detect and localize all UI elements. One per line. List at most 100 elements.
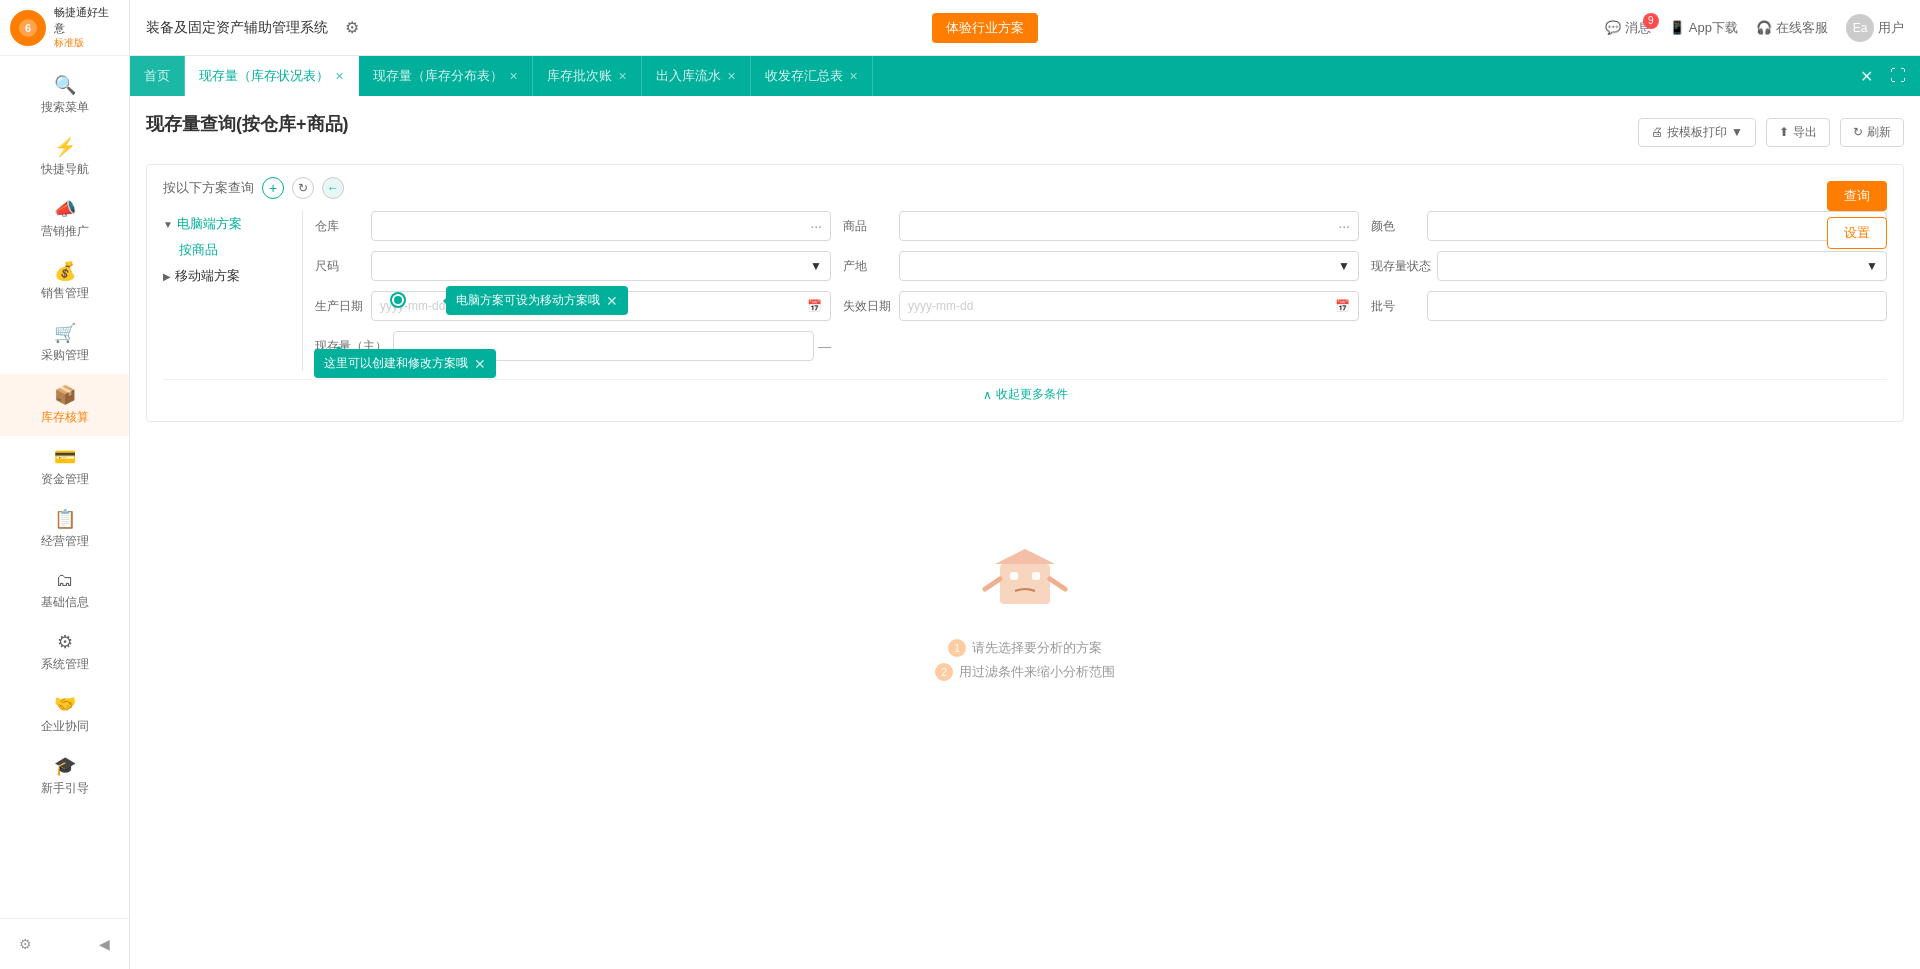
field-dots-icon: ··· [810, 218, 822, 234]
sidebar-item-label: 经营管理 [41, 533, 89, 550]
collapse-bar[interactable]: ∧ 收起更多条件 [163, 379, 1887, 409]
tab-inout-flow-label: 出入库流水 [656, 67, 721, 85]
batch-field: 批号 [1371, 291, 1887, 321]
svg-rect-2 [1000, 564, 1050, 604]
online-support-btn[interactable]: 🎧 在线客服 [1756, 19, 1828, 37]
industry-btn[interactable]: 体验行业方案 [932, 13, 1038, 43]
dot-connector [392, 294, 404, 306]
print-template-btn[interactable]: 🖨 按模板打印 ▼ [1638, 118, 1756, 147]
calendar-icon: 📅 [807, 299, 822, 313]
filter-back-btn[interactable]: ← [322, 177, 344, 199]
sidebar-item-basic[interactable]: 🗂 基础信息 [0, 560, 129, 621]
empty-step1-text: 请先选择要分析的方案 [972, 639, 1102, 657]
tab-inout-flow[interactable]: 出入库流水 ✕ [642, 56, 751, 96]
sidebar-item-sales[interactable]: 💰 销售管理 [0, 250, 129, 312]
stock-status-select[interactable]: ▼ [1437, 251, 1887, 281]
message-btn[interactable]: 💬 消息 9 [1605, 19, 1651, 37]
goods-label: 商品 [843, 218, 893, 235]
expiry-date-input[interactable]: yyyy-mm-dd 📅 [899, 291, 1359, 321]
expiry-date-label: 失效日期 [843, 298, 893, 315]
tooltip-bubble-2-text: 这里可以创建和修改方案哦 [324, 355, 468, 372]
tab-inventory-dist-close[interactable]: ✕ [509, 70, 518, 83]
tab-batch-account[interactable]: 库存批次账 ✕ [533, 56, 642, 96]
goods-select[interactable]: ··· [899, 211, 1359, 241]
graduation-icon: 🎓 [54, 755, 76, 777]
reset-btn[interactable]: 设置 [1827, 217, 1887, 249]
sidebar-item-operation[interactable]: 📋 经营管理 [0, 498, 129, 560]
topbar-settings-btn[interactable]: ⚙ [338, 14, 366, 42]
sidebar-item-inventory[interactable]: 📦 库存核算 [0, 374, 129, 436]
logo-text-block: 畅捷通好生意 标准版 [54, 5, 119, 50]
chevron-right-icon: ▶ [163, 271, 171, 282]
message-badge: 9 [1643, 13, 1659, 29]
sidebar-item-guide[interactable]: 🎓 新手引导 [0, 745, 129, 807]
scheme-item-mobile[interactable]: ▶ 移动端方案 [163, 263, 290, 289]
sidebar-item-finance[interactable]: 💳 资金管理 [0, 436, 129, 498]
scheme-item-pc-sub[interactable]: 按商品 [163, 237, 290, 263]
stock-status-label: 现存量状态 [1371, 258, 1431, 275]
search-btn[interactable]: 查询 [1827, 181, 1887, 211]
svg-text:6: 6 [25, 22, 31, 34]
origin-select[interactable]: ▼ [899, 251, 1359, 281]
sidebar-item-marketing[interactable]: 📣 营销推广 [0, 188, 129, 250]
card-icon: 💳 [54, 446, 76, 468]
batch-input[interactable] [1427, 291, 1887, 321]
warehouse-label: 仓库 [315, 218, 365, 235]
empty-illustration [975, 539, 1075, 619]
megaphone-icon: 📣 [54, 198, 76, 220]
sidebar-item-system[interactable]: ⚙ 系统管理 [0, 621, 129, 683]
tab-inout-flow-close[interactable]: ✕ [727, 70, 736, 83]
origin-label: 产地 [843, 258, 893, 275]
avatar-text: Ea [1853, 21, 1868, 35]
scheme-pc-label: 电脑端方案 [177, 215, 242, 233]
handshake-icon: 🤝 [54, 693, 76, 715]
size-select[interactable]: ▼ [371, 251, 831, 281]
collapse-sidebar-btn[interactable]: ◀ [89, 929, 119, 959]
batch-label: 批号 [1371, 298, 1421, 315]
tab-fullscreen-btn[interactable]: ⛶ [1886, 64, 1910, 88]
sidebar-item-search[interactable]: 🔍 搜索菜单 [0, 64, 129, 126]
refresh-btn[interactable]: ↻ 刷新 [1840, 118, 1904, 147]
tooltip-bubble-2-close[interactable]: ✕ [474, 356, 486, 372]
tooltip-bubble-1-close[interactable]: ✕ [606, 293, 618, 309]
online-support-label: 在线客服 [1776, 19, 1828, 37]
user-profile-btn[interactable]: Ea 用户 [1846, 14, 1904, 42]
tooltip-bubble-scheme: 电脑方案可设为移动方案哦 ✕ [446, 286, 628, 315]
filter-refresh-btn[interactable]: ↻ [292, 177, 314, 199]
production-date-label: 生产日期 [315, 298, 365, 315]
scheme-tree: ▼ 电脑端方案 按商品 ▶ 移动端方案 [163, 211, 303, 371]
filter-area-wrap: 按以下方案查询 + ↻ ← ▼ 电脑端方案 [146, 164, 1904, 422]
filter-label: 按以下方案查询 [163, 179, 254, 197]
color-label: 颜色 [1371, 218, 1421, 235]
tab-inventory-dist[interactable]: 现存量（库存分布表） ✕ [359, 56, 533, 96]
warehouse-select[interactable]: ··· [371, 211, 831, 241]
tab-inventory-status-close[interactable]: ✕ [335, 70, 344, 83]
goods-dots-icon: ··· [1338, 218, 1350, 234]
tab-home[interactable]: 首页 [130, 56, 185, 96]
tab-receive-summary[interactable]: 收发存汇总表 ✕ [751, 56, 873, 96]
tabs-right: ✕ ⛶ [1854, 64, 1920, 88]
empty-step-2: 2 用过滤条件来缩小分析范围 [935, 663, 1115, 681]
tab-receive-summary-label: 收发存汇总表 [765, 67, 843, 85]
scheme-item-pc[interactable]: ▼ 电脑端方案 [163, 211, 290, 237]
sidebar-item-label: 营销推广 [41, 223, 89, 240]
app-download-btn[interactable]: 📱 App下载 [1669, 19, 1738, 37]
sidebar-item-label: 库存核算 [41, 409, 89, 426]
tab-inventory-status[interactable]: 现存量（库存状况表） ✕ [185, 56, 359, 96]
tab-batch-account-close[interactable]: ✕ [618, 70, 627, 83]
color-select[interactable]: ▼ [1427, 211, 1887, 241]
sidebar-item-quick[interactable]: ⚡ 快捷导航 [0, 126, 129, 188]
main: 装备及固定资产辅助管理系统 ⚙ 体验行业方案 💬 消息 9 📱 App下载 🎧 … [130, 0, 1920, 969]
logo-icon: 6 [10, 10, 46, 46]
sidebar-item-enterprise[interactable]: 🤝 企业协同 [0, 683, 129, 745]
empty-step-1: 1 请先选择要分析的方案 [948, 639, 1102, 657]
sidebar-item-purchase[interactable]: 🛒 采购管理 [0, 312, 129, 374]
export-btn[interactable]: ⬆ 导出 [1766, 118, 1830, 147]
settings-bottom-btn[interactable]: ⚙ [10, 929, 40, 959]
filter-add-btn[interactable]: + [262, 177, 284, 199]
tab-receive-summary-close[interactable]: ✕ [849, 70, 858, 83]
svg-line-6 [985, 579, 1000, 589]
topbar-left: 装备及固定资产辅助管理系统 ⚙ [146, 14, 366, 42]
export-icon: ⬆ [1779, 125, 1789, 139]
tab-close-all-btn[interactable]: ✕ [1854, 64, 1878, 88]
